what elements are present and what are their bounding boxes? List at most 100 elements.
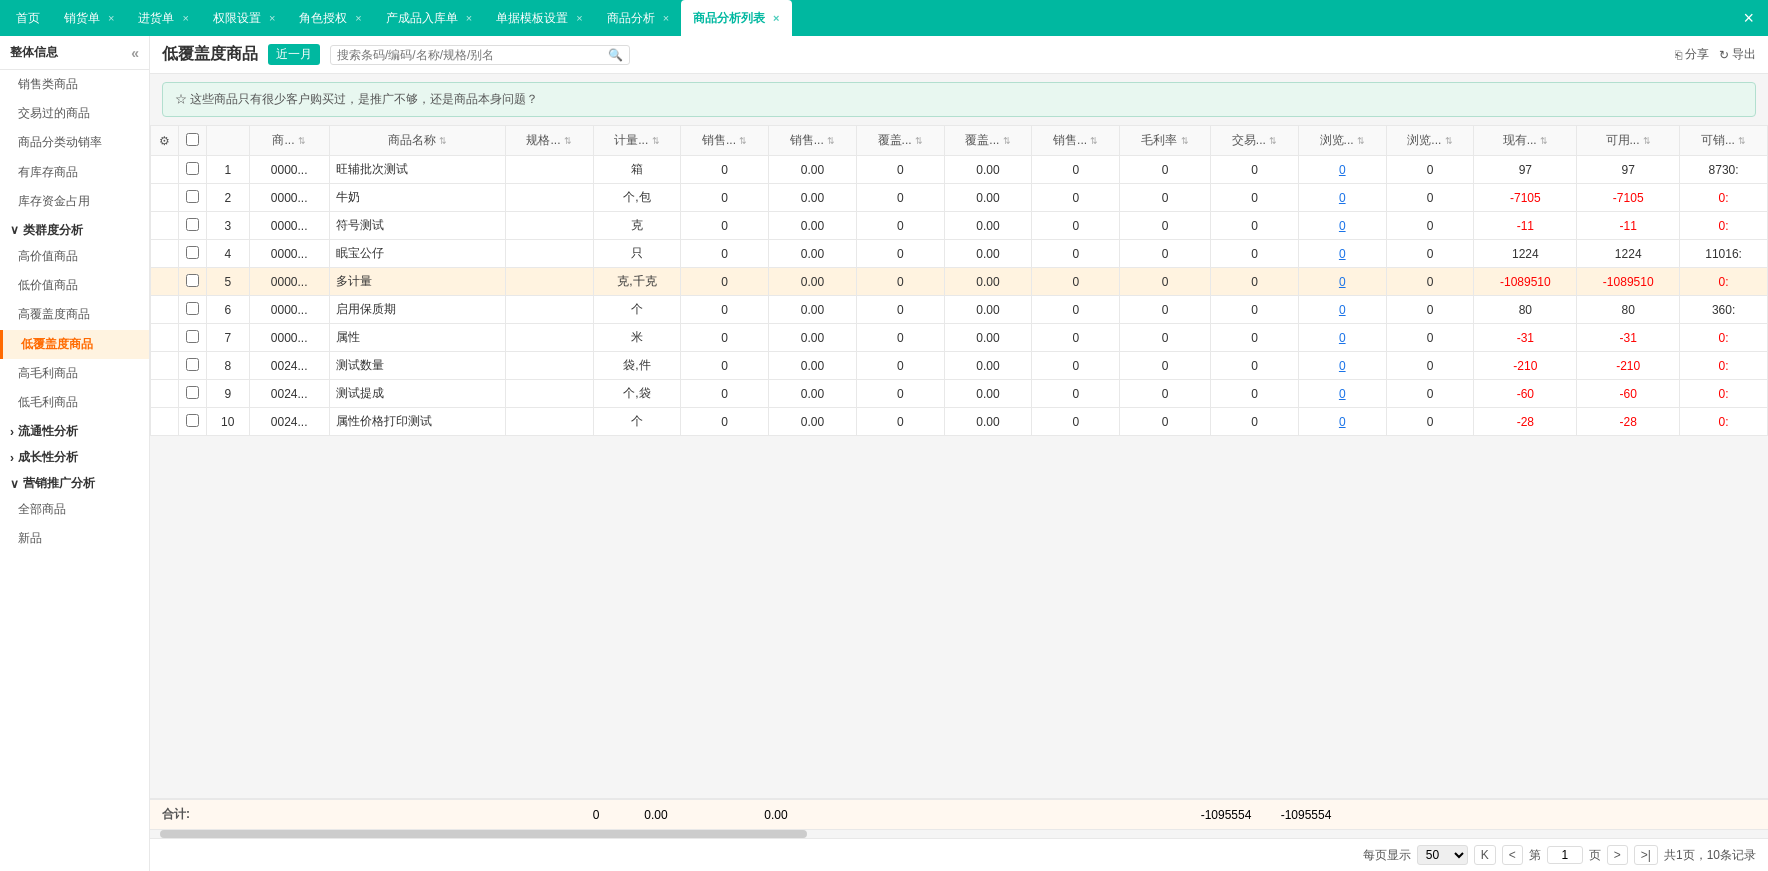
- cell-view1[interactable]: 0: [1298, 380, 1386, 408]
- column-settings[interactable]: ⚙: [151, 126, 179, 156]
- sidebar-item-new-products[interactable]: 新品: [0, 524, 149, 553]
- view-link[interactable]: 0: [1339, 331, 1346, 345]
- col-header-stock3[interactable]: 可销... ⇅: [1680, 126, 1768, 156]
- col-header-gross[interactable]: 毛利率 ⇅: [1120, 126, 1211, 156]
- col-header-stock2[interactable]: 可用... ⇅: [1577, 126, 1680, 156]
- share-button[interactable]: ⎗ 分享: [1675, 46, 1709, 63]
- cell-view1[interactable]: 0: [1298, 240, 1386, 268]
- sidebar-collapse-button[interactable]: «: [131, 45, 139, 61]
- view-link[interactable]: 0: [1339, 387, 1346, 401]
- cell-view1[interactable]: 0: [1298, 324, 1386, 352]
- sidebar-group-flow-analysis[interactable]: › 流通性分析: [0, 417, 149, 443]
- gear-icon[interactable]: ⚙: [159, 134, 170, 148]
- nav-close-sales[interactable]: ×: [108, 0, 114, 36]
- sidebar-group-marketing-analysis[interactable]: ∨ 营销推广分析: [0, 469, 149, 495]
- cell-checkbox[interactable]: [179, 240, 207, 268]
- nav-close-permission[interactable]: ×: [269, 0, 275, 36]
- sidebar-group-class-analysis[interactable]: ∨ 类群度分析: [0, 216, 149, 242]
- cell-checkbox[interactable]: [179, 380, 207, 408]
- cell-checkbox[interactable]: [179, 212, 207, 240]
- page-size-select[interactable]: 50 100 200: [1417, 845, 1468, 865]
- horizontal-scrollbar[interactable]: [150, 830, 1768, 838]
- column-checkbox[interactable]: [179, 126, 207, 156]
- sidebar-item-category-rate[interactable]: 商品分类动销率: [0, 128, 149, 157]
- row-checkbox[interactable]: [186, 190, 199, 203]
- search-input[interactable]: [337, 48, 604, 62]
- row-checkbox[interactable]: [186, 218, 199, 231]
- next-page-button[interactable]: >: [1607, 845, 1628, 865]
- cell-checkbox[interactable]: [179, 156, 207, 184]
- sidebar-item-low-gross[interactable]: 低毛利商品: [0, 388, 149, 417]
- cell-view1[interactable]: 0: [1298, 184, 1386, 212]
- close-all-tabs-button[interactable]: ×: [1733, 8, 1764, 29]
- row-checkbox[interactable]: [186, 414, 199, 427]
- cell-checkbox[interactable]: [179, 324, 207, 352]
- sidebar-item-high-gross[interactable]: 高毛利商品: [0, 359, 149, 388]
- nav-close-production[interactable]: ×: [466, 0, 472, 36]
- nav-permission[interactable]: 权限设置 ×: [201, 0, 287, 36]
- cell-view1[interactable]: 0: [1298, 408, 1386, 436]
- row-checkbox[interactable]: [186, 162, 199, 175]
- row-checkbox[interactable]: [186, 386, 199, 399]
- nav-close-template[interactable]: ×: [576, 0, 582, 36]
- table-wrapper[interactable]: ⚙ 商... ⇅ 商品名称 ⇅: [150, 125, 1768, 798]
- nav-sales[interactable]: 销货单 ×: [52, 0, 126, 36]
- sidebar-item-sales-products[interactable]: 销售类商品: [0, 70, 149, 99]
- scrollbar-thumb[interactable]: [160, 830, 807, 838]
- col-header-view2[interactable]: 浏览... ⇅: [1386, 126, 1474, 156]
- row-checkbox[interactable]: [186, 246, 199, 259]
- cell-view1[interactable]: 0: [1298, 156, 1386, 184]
- cell-checkbox[interactable]: [179, 352, 207, 380]
- cell-view1[interactable]: 0: [1298, 268, 1386, 296]
- col-header-sale-qty[interactable]: 销售... ⇅: [681, 126, 769, 156]
- col-header-cover1[interactable]: 覆盖... ⇅: [856, 126, 944, 156]
- sidebar-item-high-coverage[interactable]: 高覆盖度商品: [0, 300, 149, 329]
- nav-close-purchase[interactable]: ×: [182, 0, 188, 36]
- select-all-checkbox[interactable]: [186, 133, 199, 146]
- cell-view1[interactable]: 0: [1298, 296, 1386, 324]
- row-checkbox[interactable]: [186, 330, 199, 343]
- sidebar-item-low-coverage[interactable]: 低覆盖度商品: [0, 330, 149, 359]
- col-header-view1[interactable]: 浏览... ⇅: [1298, 126, 1386, 156]
- nav-home[interactable]: 首页: [4, 0, 52, 36]
- prev-page-button[interactable]: <: [1502, 845, 1523, 865]
- view-link[interactable]: 0: [1339, 163, 1346, 177]
- view-link[interactable]: 0: [1339, 219, 1346, 233]
- export-button[interactable]: ↻ 导出: [1719, 46, 1756, 63]
- first-page-button[interactable]: K: [1474, 845, 1496, 865]
- cell-checkbox[interactable]: [179, 296, 207, 324]
- nav-production[interactable]: 产成品入库单 ×: [374, 0, 484, 36]
- col-header-spec[interactable]: 规格... ⇅: [505, 126, 593, 156]
- view-link[interactable]: 0: [1339, 359, 1346, 373]
- time-filter-button[interactable]: 近一月: [268, 44, 320, 65]
- last-page-button[interactable]: >|: [1634, 845, 1658, 865]
- nav-analysis[interactable]: 商品分析 ×: [595, 0, 681, 36]
- col-header-code[interactable]: 商... ⇅: [249, 126, 329, 156]
- row-checkbox[interactable]: [186, 302, 199, 315]
- col-header-unit[interactable]: 计量... ⇅: [593, 126, 681, 156]
- sidebar-item-stock-products[interactable]: 有库存商品: [0, 158, 149, 187]
- sidebar-item-all-products[interactable]: 全部商品: [0, 495, 149, 524]
- nav-close-analysis-list[interactable]: ×: [773, 0, 779, 36]
- sidebar-item-capital[interactable]: 库存资金占用: [0, 187, 149, 216]
- nav-role[interactable]: 角色授权 ×: [287, 0, 373, 36]
- sidebar-item-low-value[interactable]: 低价值商品: [0, 271, 149, 300]
- row-checkbox[interactable]: [186, 358, 199, 371]
- view-link[interactable]: 0: [1339, 247, 1346, 261]
- cell-checkbox[interactable]: [179, 408, 207, 436]
- view-link[interactable]: 0: [1339, 415, 1346, 429]
- nav-template[interactable]: 单据模板设置 ×: [484, 0, 594, 36]
- view-link[interactable]: 0: [1339, 191, 1346, 205]
- sidebar-group-growth-analysis[interactable]: › 成长性分析: [0, 443, 149, 469]
- view-link[interactable]: 0: [1339, 275, 1346, 289]
- cell-view1[interactable]: 0: [1298, 352, 1386, 380]
- nav-close-role[interactable]: ×: [355, 0, 361, 36]
- cell-view1[interactable]: 0: [1298, 212, 1386, 240]
- cell-checkbox[interactable]: [179, 268, 207, 296]
- nav-purchase[interactable]: 进货单 ×: [126, 0, 200, 36]
- cell-checkbox[interactable]: [179, 184, 207, 212]
- page-number-input[interactable]: [1547, 846, 1583, 864]
- col-header-trade[interactable]: 交易... ⇅: [1211, 126, 1299, 156]
- view-link[interactable]: 0: [1339, 303, 1346, 317]
- col-header-stock1[interactable]: 现有... ⇅: [1474, 126, 1577, 156]
